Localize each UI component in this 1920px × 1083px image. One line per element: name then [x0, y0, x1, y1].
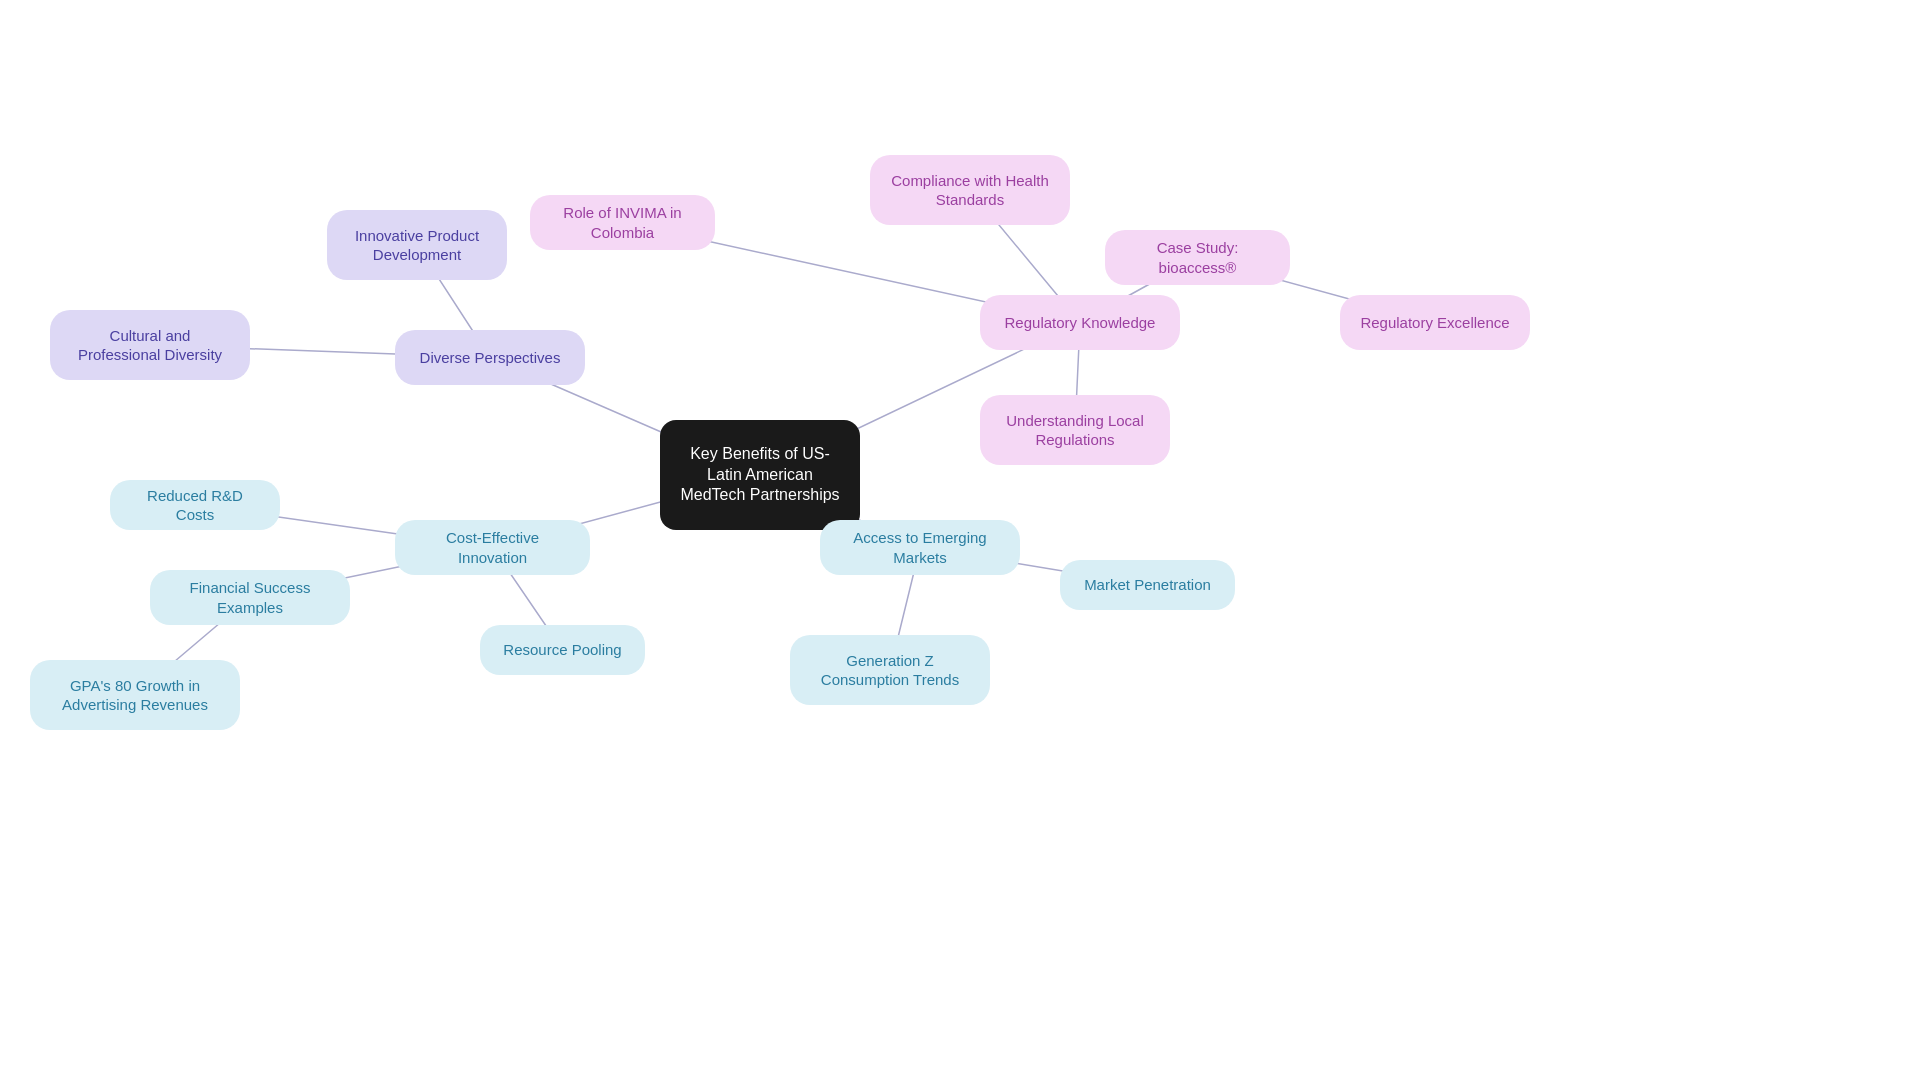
- node-compliance-health[interactable]: Compliance with Health Standards: [870, 155, 1070, 225]
- node-cost-effective[interactable]: Cost-Effective Innovation: [395, 520, 590, 575]
- node-gpa-80[interactable]: GPA's 80 Growth in Advertising Revenues: [30, 660, 240, 730]
- node-cultural-diversity[interactable]: Cultural and Professional Diversity: [50, 310, 250, 380]
- node-understanding-local[interactable]: Understanding Local Regulations: [980, 395, 1170, 465]
- node-center[interactable]: Key Benefits of US-Latin American MedTec…: [660, 420, 860, 530]
- node-generation-z[interactable]: Generation Z Consumption Trends: [790, 635, 990, 705]
- node-case-study[interactable]: Case Study: bioaccess®: [1105, 230, 1290, 285]
- node-regulatory-knowledge[interactable]: Regulatory Knowledge: [980, 295, 1180, 350]
- node-financial-success[interactable]: Financial Success Examples: [150, 570, 350, 625]
- node-reduced-rd[interactable]: Reduced R&D Costs: [110, 480, 280, 530]
- node-resource-pooling[interactable]: Resource Pooling: [480, 625, 645, 675]
- node-regulatory-excellence[interactable]: Regulatory Excellence: [1340, 295, 1530, 350]
- node-diverse-perspectives[interactable]: Diverse Perspectives: [395, 330, 585, 385]
- node-role-invima[interactable]: Role of INVIMA in Colombia: [530, 195, 715, 250]
- node-innovative-product[interactable]: Innovative Product Development: [327, 210, 507, 280]
- node-access-emerging[interactable]: Access to Emerging Markets: [820, 520, 1020, 575]
- node-market-penetration[interactable]: Market Penetration: [1060, 560, 1235, 610]
- mind-map: Key Benefits of US-Latin American MedTec…: [0, 0, 1920, 1083]
